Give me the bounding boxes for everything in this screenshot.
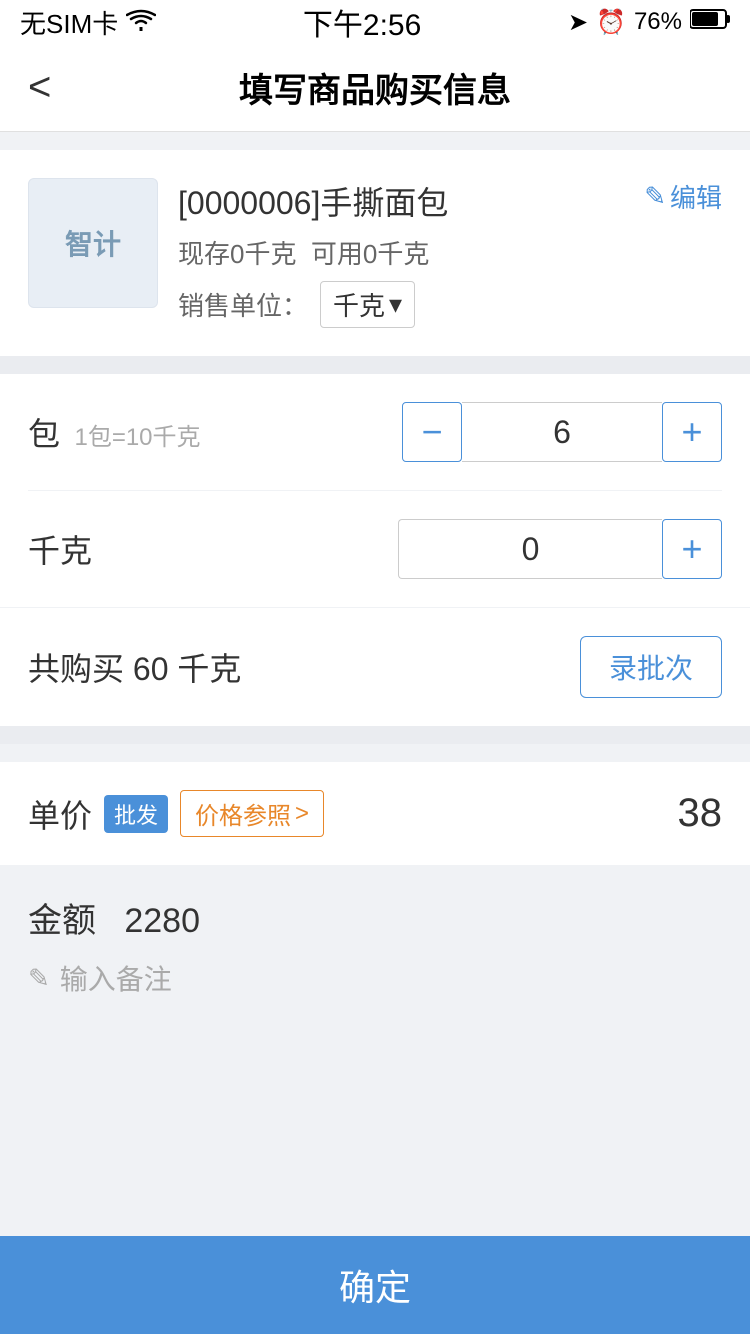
- page-title: 填写商品购买信息: [239, 63, 511, 112]
- confirm-button[interactable]: 确定: [0, 1236, 750, 1334]
- total-row: 共购买 60 千克 录批次: [0, 607, 750, 726]
- price-label: 单价: [28, 791, 92, 837]
- amount-row: 金额 2280: [28, 893, 722, 942]
- price-section: 单价 批发 价格参照 > 38: [0, 762, 750, 865]
- chevron-down-icon: ▾: [389, 289, 402, 320]
- amount-label: 金额: [28, 902, 96, 940]
- product-stock: 现存0千克 可用0千克: [178, 234, 722, 271]
- note-label: 输入备注: [60, 958, 172, 998]
- kg-quantity-input[interactable]: [398, 519, 662, 579]
- package-label: 包: [28, 416, 60, 452]
- status-bar: 无SIM卡 下午2:56 ➤ ⏰ 76%: [0, 0, 750, 44]
- package-sublabel: 1包=10千克: [74, 424, 200, 451]
- package-label-group: 包 1包=10千克: [28, 409, 201, 455]
- batch-button[interactable]: 录批次: [580, 636, 722, 698]
- unit-label: 销售单位：: [178, 286, 308, 323]
- time-label: 下午2:56: [303, 0, 421, 44]
- pencil-icon: ✎: [28, 963, 50, 994]
- unit-select[interactable]: 千克 ▾: [320, 281, 415, 328]
- price-tag-pifa: 批发: [104, 795, 168, 833]
- battery-label: 76%: [634, 8, 682, 36]
- status-left: 无SIM卡: [20, 4, 156, 41]
- wifi-icon: [126, 7, 156, 38]
- kg-label: 千克: [28, 526, 92, 572]
- package-minus-button[interactable]: −: [402, 402, 462, 462]
- package-quantity-control: − +: [402, 402, 722, 462]
- section-divider-2: [0, 726, 750, 744]
- price-value: 38: [678, 791, 723, 836]
- section-divider-1: [0, 356, 750, 374]
- kg-quantity-control: +: [398, 519, 722, 579]
- note-row[interactable]: ✎ 输入备注: [28, 958, 722, 998]
- total-text: 共购买 60 千克: [28, 644, 241, 690]
- package-plus-button[interactable]: +: [662, 402, 722, 462]
- product-unit-row: 销售单位： 千克 ▾: [178, 281, 722, 328]
- location-icon: ➤: [568, 8, 588, 37]
- kg-row: 千克 +: [28, 491, 722, 607]
- amount-value: 2280: [124, 902, 200, 940]
- package-quantity-input[interactable]: [462, 402, 662, 462]
- product-image: 智计: [28, 178, 158, 308]
- status-right: ➤ ⏰ 76%: [568, 8, 730, 37]
- edit-button[interactable]: ✎ 编辑: [644, 178, 722, 215]
- chevron-right-icon: >: [295, 800, 309, 828]
- amount-section: 金额 2280 ✎ 输入备注: [0, 865, 750, 1026]
- product-info: [0000006]手撕面包 现存0千克 可用0千克 销售单位： 千克 ▾: [178, 178, 722, 328]
- price-left: 单价 批发 价格参照 >: [28, 790, 324, 837]
- price-ref-button[interactable]: 价格参照 >: [180, 790, 324, 837]
- battery-icon: [690, 8, 730, 37]
- product-card: 智计 [0000006]手撕面包 现存0千克 可用0千克 销售单位： 千克 ▾ …: [0, 150, 750, 356]
- product-logo: 智计: [65, 223, 121, 263]
- edit-icon: ✎: [644, 181, 666, 212]
- alarm-icon: ⏰: [596, 8, 626, 37]
- package-row: 包 1包=10千克 − +: [28, 374, 722, 491]
- input-section: 包 1包=10千克 − + 千克 +: [0, 374, 750, 607]
- kg-plus-button[interactable]: +: [662, 519, 722, 579]
- back-button[interactable]: <: [28, 65, 51, 110]
- product-name: [0000006]手撕面包: [178, 178, 722, 224]
- nav-bar: < 填写商品购买信息: [0, 44, 750, 132]
- carrier-label: 无SIM卡: [20, 4, 118, 41]
